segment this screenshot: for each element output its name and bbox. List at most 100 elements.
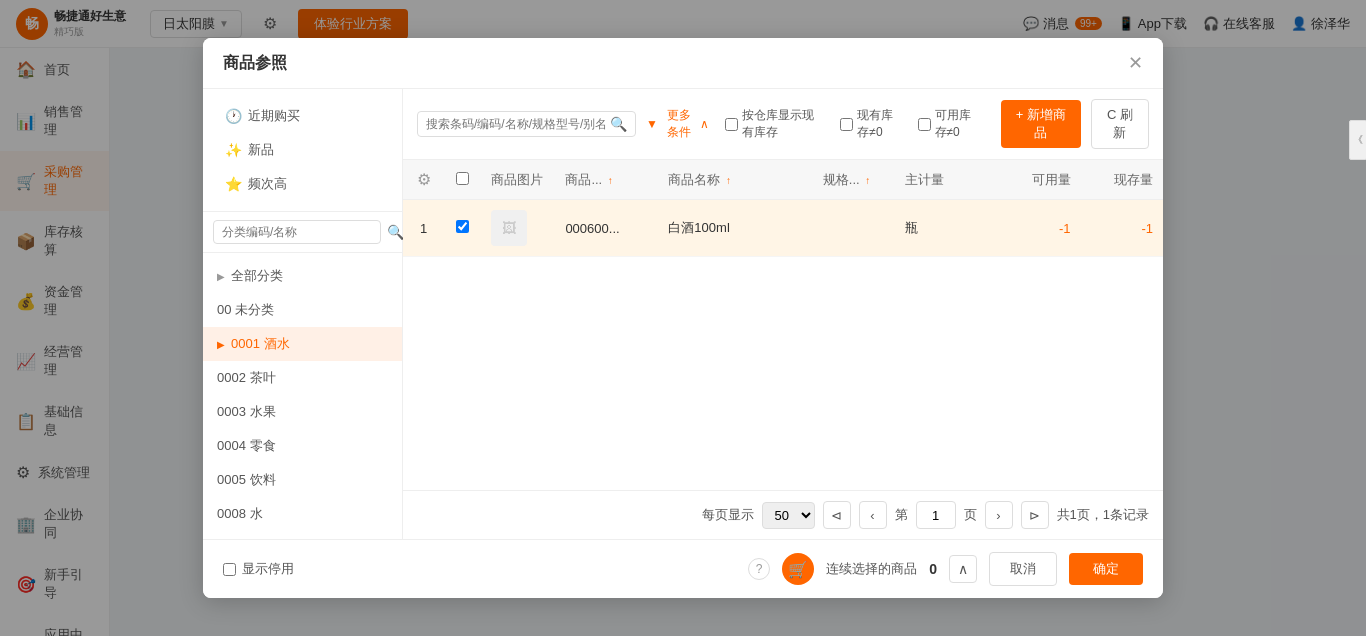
row-num: 1 <box>403 200 444 257</box>
filter-label: 更多条件 <box>662 107 697 141</box>
sort-spec-icon[interactable]: ↑ <box>865 175 870 186</box>
expand-icon: ▶ <box>217 271 225 282</box>
available-stock-checkbox[interactable] <box>918 118 931 131</box>
expand-icon: ▶ <box>217 339 225 350</box>
category-item-0010[interactable]: 0010 家电 <box>203 531 402 539</box>
filter-button[interactable]: ▼ 更多条件 ∧ <box>646 107 709 141</box>
checkbox2-label: 现有库存≠0 <box>857 107 903 141</box>
per-page-label: 每页显示 <box>702 506 754 524</box>
quick-link-label: 新品 <box>248 141 274 159</box>
category-label: 0002 茶叶 <box>217 369 276 387</box>
disabled-checkbox[interactable] <box>223 563 236 576</box>
cancel-button[interactable]: 取消 <box>989 552 1057 586</box>
category-label: 0003 水果 <box>217 403 276 421</box>
star-icon: ⭐ <box>225 176 242 192</box>
row-available: -1 <box>978 200 1081 257</box>
last-page-button[interactable]: ⊳ <box>1021 501 1049 529</box>
collapse-footer-button[interactable]: ∧ <box>949 555 977 583</box>
product-reference-modal: 商品参照 ✕ 🕐 近期购买 ✨ 新品 <box>203 38 1163 598</box>
table-header-row: ⚙ 商品图片 商品... ↑ <box>403 160 1163 200</box>
checkbox-available-stock[interactable]: 可用库存≠0 <box>918 107 981 141</box>
show-disabled-checkbox[interactable]: 显示停用 <box>223 560 294 578</box>
column-settings-icon[interactable]: ⚙ <box>417 171 431 188</box>
category-item-0[interactable]: 00 未分类 <box>203 293 402 327</box>
checkbox1-label: 按仓库显示现有库存 <box>742 107 826 141</box>
category-item-0005[interactable]: 0005 饮料 <box>203 463 402 497</box>
product-table-container: ⚙ 商品图片 商品... ↑ <box>403 160 1163 490</box>
category-item-all[interactable]: ▶ 全部分类 <box>203 259 402 293</box>
col-header-spec: 规格... ↑ <box>813 160 895 200</box>
shopping-cart-icon: 🛒 <box>788 560 808 579</box>
row-unit: 瓶 <box>895 200 977 257</box>
category-label: 全部分类 <box>231 267 283 285</box>
product-search-input[interactable] <box>426 117 606 131</box>
category-item-0008[interactable]: 0008 水 <box>203 497 402 531</box>
confirm-button[interactable]: 确定 <box>1069 553 1143 585</box>
left-panel: 🕐 近期购买 ✨ 新品 ⭐ 频次高 《 <box>203 89 403 539</box>
category-item-0002[interactable]: 0002 茶叶 <box>203 361 402 395</box>
quick-link-new[interactable]: ✨ 新品 <box>213 133 392 167</box>
row-name: 白酒100ml <box>658 200 812 257</box>
category-item-0001[interactable]: ▶ 0001 酒水 <box>203 327 402 361</box>
prev-page-button[interactable]: ‹ <box>859 501 887 529</box>
category-search: 🔍 <box>203 212 402 253</box>
warehouse-stock-checkbox[interactable] <box>725 118 738 131</box>
row-check <box>444 200 481 257</box>
category-label: 0001 酒水 <box>231 335 290 353</box>
category-item-0004[interactable]: 0004 零食 <box>203 429 402 463</box>
modal-footer: 显示停用 ? 🛒 连续选择的商品 0 ∧ 取消 确定 <box>203 539 1163 598</box>
quick-link-frequent[interactable]: ⭐ 频次高 <box>213 167 392 201</box>
modal-header: 商品参照 ✕ <box>203 38 1163 89</box>
show-disabled-label: 显示停用 <box>242 560 294 578</box>
category-label: 00 未分类 <box>217 301 274 319</box>
toolbar: 🔍 ▼ 更多条件 ∧ 按仓库显示现有库存 现 <box>403 89 1163 160</box>
pagination: 每页显示 50 ⊲ ‹ 第 页 › ⊳ 共1页，1条记录 <box>403 490 1163 539</box>
category-item-0003[interactable]: 0003 水果 <box>203 395 402 429</box>
product-table: ⚙ 商品图片 商品... ↑ <box>403 160 1163 257</box>
col-header-settings: ⚙ <box>403 160 444 200</box>
search-box: 🔍 <box>417 111 636 137</box>
row-code: 000600... <box>555 200 658 257</box>
search-icon[interactable]: 🔍 <box>610 116 627 132</box>
quick-link-recent[interactable]: 🕐 近期购买 <box>213 99 392 133</box>
cart-icon: 🛒 <box>782 553 814 585</box>
table-row[interactable]: 1 🖼 000600... 白酒100ml <box>403 200 1163 257</box>
category-search-icon[interactable]: 🔍 <box>387 224 404 240</box>
per-page-select[interactable]: 50 <box>762 502 815 529</box>
category-label: 0004 零食 <box>217 437 276 455</box>
image-icon: 🖼 <box>502 220 516 236</box>
select-all-checkbox[interactable] <box>456 172 469 185</box>
continuous-selection-label: 连续选择的商品 <box>826 560 917 578</box>
sort-code-icon[interactable]: ↑ <box>608 175 613 186</box>
checkbox-current-stock[interactable]: 现有库存≠0 <box>840 107 903 141</box>
pagination-total: 共1页，1条记录 <box>1057 506 1149 524</box>
filter-icon: ▼ <box>646 117 658 131</box>
category-search-input[interactable] <box>213 220 381 244</box>
sort-name-icon[interactable]: ↑ <box>726 175 731 186</box>
refresh-button[interactable]: C 刷新 <box>1091 99 1149 149</box>
quick-link-label: 近期购买 <box>248 107 300 125</box>
checkbox3-label: 可用库存≠0 <box>935 107 981 141</box>
col-header-code: 商品... ↑ <box>555 160 658 200</box>
new-icon: ✨ <box>225 142 242 158</box>
quick-links-list: 🕐 近期购买 ✨ 新品 ⭐ 频次高 <box>213 99 392 201</box>
modal-close-button[interactable]: ✕ <box>1128 52 1143 74</box>
next-page-button[interactable]: › <box>985 501 1013 529</box>
current-stock-checkbox[interactable] <box>840 118 853 131</box>
page-label: 第 <box>895 506 908 524</box>
modal-body: 🕐 近期购买 ✨ 新品 ⭐ 频次高 《 <box>203 89 1163 539</box>
right-panel: 🔍 ▼ 更多条件 ∧ 按仓库显示现有库存 现 <box>403 89 1163 539</box>
category-label: 0005 饮料 <box>217 471 276 489</box>
category-list: ▶ 全部分类 00 未分类 ▶ 0001 酒水 0002 茶叶 0003 水果 <box>203 253 402 539</box>
add-product-button[interactable]: + 新增商品 <box>1001 100 1081 148</box>
col-header-available: 可用量 <box>978 160 1081 200</box>
help-icon[interactable]: ? <box>748 558 770 580</box>
col-header-name: 商品名称 ↑ <box>658 160 812 200</box>
first-page-button[interactable]: ⊲ <box>823 501 851 529</box>
col-header-stock: 现存量 <box>1081 160 1163 200</box>
checkbox-warehouse-stock[interactable]: 按仓库显示现有库存 <box>725 107 826 141</box>
row-checkbox[interactable] <box>456 220 469 233</box>
modal-overlay: 商品参照 ✕ 🕐 近期购买 ✨ 新品 <box>0 0 1366 636</box>
page-input[interactable] <box>916 501 956 529</box>
clock-icon: 🕐 <box>225 108 242 124</box>
